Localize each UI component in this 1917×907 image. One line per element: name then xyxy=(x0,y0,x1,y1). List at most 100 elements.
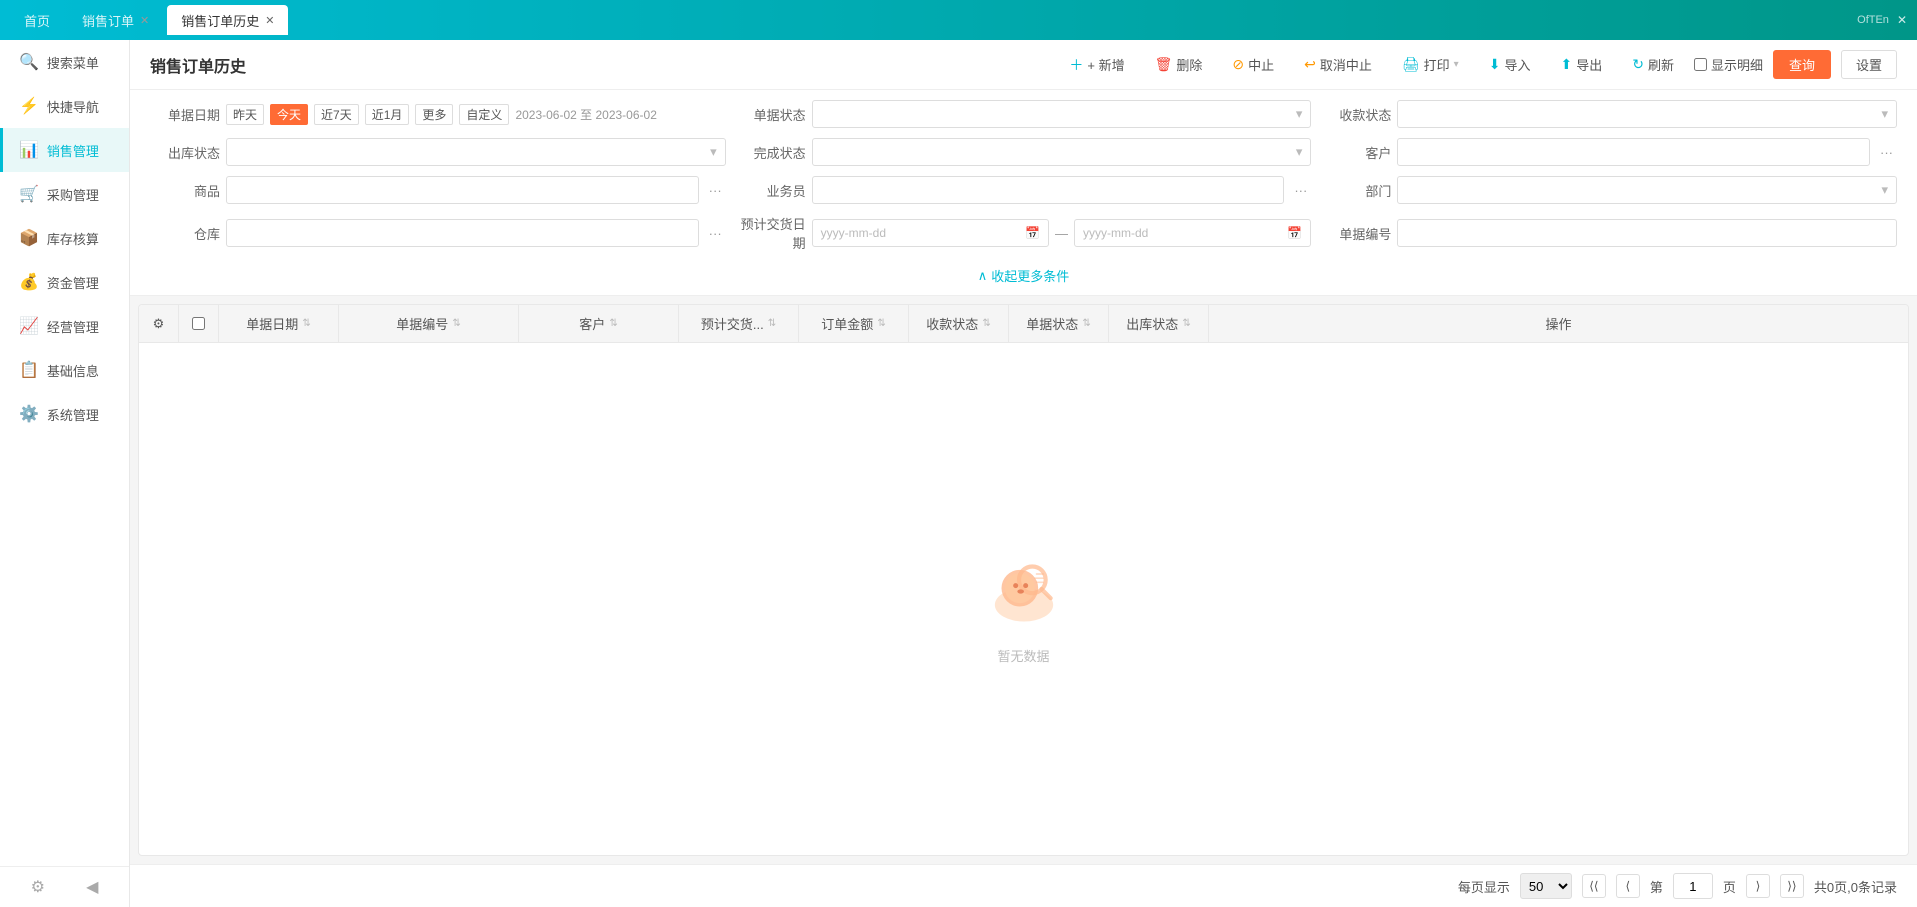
date-btn-more[interactable]: 更多 xyxy=(415,104,453,125)
calendar-start-icon: 📅 xyxy=(1025,226,1040,240)
th-date-sort-icon: ⇅ xyxy=(302,318,310,329)
department-select[interactable]: ▾ xyxy=(1397,176,1897,204)
sidebar-item-sales-mgmt[interactable]: 📊 销售管理 xyxy=(0,128,129,172)
basic-info-icon: 📋 xyxy=(19,360,39,380)
tab-sales-order-history-label: 销售订单历史 xyxy=(181,11,259,30)
customer-input[interactable] xyxy=(1397,138,1870,166)
stop-label: 中止 xyxy=(1248,55,1274,74)
out-status-dropdown-icon: ▾ xyxy=(710,144,717,160)
warehouse-dots[interactable]: ··· xyxy=(705,226,726,241)
th-date-label: 单据日期 xyxy=(246,314,298,333)
tab-sales-order[interactable]: 销售订单 ✕ xyxy=(68,5,163,35)
tab-sales-order-history-close[interactable]: ✕ xyxy=(265,14,274,27)
delivery-date-start-text: yyyy-mm-dd xyxy=(821,226,886,240)
th-date[interactable]: 单据日期 ⇅ xyxy=(219,305,339,342)
delivery-date-label: 预计交货日期 xyxy=(736,214,806,252)
filter-complete-status-section: 完成状态 ▾ xyxy=(736,138,1312,166)
sidebar-item-basic-info[interactable]: 📋 基础信息 xyxy=(0,348,129,392)
th-delivery[interactable]: 预计交货... ⇅ xyxy=(679,305,799,342)
next-page-button[interactable]: ⟩ xyxy=(1746,874,1770,898)
goods-input[interactable] xyxy=(226,176,699,204)
sidebar-item-finance[interactable]: 💰 资金管理 xyxy=(0,260,129,304)
salesperson-dots[interactable]: ··· xyxy=(1290,183,1311,198)
collapse-label: 收起更多条件 xyxy=(991,266,1069,285)
sidebar-item-operation[interactable]: 📈 经营管理 xyxy=(0,304,129,348)
sidebar-item-quick-nav[interactable]: ⚡ 快捷导航 xyxy=(0,84,129,128)
delete-button[interactable]: 🗑 删除 xyxy=(1145,51,1213,78)
print-button[interactable]: 🖨 打印 ▾ xyxy=(1392,51,1469,78)
delivery-date-end[interactable]: yyyy-mm-dd 📅 xyxy=(1074,219,1311,247)
warehouse-input[interactable] xyxy=(226,219,699,247)
th-check[interactable] xyxy=(179,305,219,342)
th-amount[interactable]: 订单金额 ⇅ xyxy=(799,305,909,342)
date-btn-1month[interactable]: 近1月 xyxy=(365,104,410,125)
date-btn-7days[interactable]: 近7天 xyxy=(314,104,359,125)
goods-dots[interactable]: ··· xyxy=(705,183,726,198)
page-suffix: 页 xyxy=(1723,877,1736,896)
th-order-no[interactable]: 单据编号 ⇅ xyxy=(339,305,519,342)
main-layout: 🔍 搜索菜单 ⚡ 快捷导航 📊 销售管理 🛒 采购管理 📦 库存核算 💰 资金管… xyxy=(0,40,1917,907)
topbar-close-icon[interactable]: ✕ xyxy=(1897,13,1907,27)
page-label: 第 xyxy=(1650,877,1663,896)
goods-label: 商品 xyxy=(150,181,220,200)
th-customer-sort-icon: ⇅ xyxy=(609,318,617,329)
out-status-select[interactable]: ▾ xyxy=(226,138,726,166)
date-range-text: 2023-06-02 至 2023-06-02 xyxy=(515,106,656,123)
cancel-stop-button[interactable]: ↩ 取消中止 xyxy=(1294,51,1382,78)
refresh-icon: ↻ xyxy=(1632,56,1644,73)
sales-mgmt-icon: 📊 xyxy=(19,140,39,160)
complete-status-select[interactable]: ▾ xyxy=(812,138,1312,166)
export-button[interactable]: ⬆ 导出 xyxy=(1550,51,1612,78)
refresh-button[interactable]: ↻ 刷新 xyxy=(1622,51,1684,78)
filter-salesperson-section: 业务员 ··· xyxy=(736,176,1312,204)
tab-home[interactable]: 首页 xyxy=(10,5,64,35)
prev-page-button[interactable]: ⟨ xyxy=(1616,874,1640,898)
first-page-button[interactable]: ⟨⟨ xyxy=(1582,874,1606,898)
sidebar-item-search-menu[interactable]: 🔍 搜索菜单 xyxy=(0,40,129,84)
show-detail-checkbox-label[interactable]: 显示明细 xyxy=(1694,55,1763,74)
salesperson-input[interactable] xyxy=(812,176,1285,204)
search-menu-icon: 🔍 xyxy=(19,52,39,72)
filter-delivery-date-section: 预计交货日期 yyyy-mm-dd 📅 — yyyy-mm-dd 📅 xyxy=(736,214,1312,252)
th-bill-status[interactable]: 单据状态 ⇅ xyxy=(1009,305,1109,342)
th-customer-label: 客户 xyxy=(579,314,605,333)
collapse-more[interactable]: ∧ 收起更多条件 xyxy=(150,262,1897,285)
sidebar-item-finance-label: 资金管理 xyxy=(47,273,99,292)
content: 销售订单历史 ＋ + 新增 🗑 删除 ⊘ 中止 ↩ 取消中止 xyxy=(130,40,1917,907)
sidebar-item-purchase-mgmt[interactable]: 🛒 采购管理 xyxy=(0,172,129,216)
th-payment-status[interactable]: 收款状态 ⇅ xyxy=(909,305,1009,342)
sidebar-collapse-icon[interactable]: ◀ xyxy=(86,877,98,897)
stop-button[interactable]: ⊘ 中止 xyxy=(1222,51,1284,78)
inventory-icon: 📦 xyxy=(19,228,39,248)
bill-no-input[interactable] xyxy=(1397,219,1897,247)
per-page-select[interactable]: 10 20 50 100 xyxy=(1520,873,1572,899)
date-btn-custom[interactable]: 自定义 xyxy=(459,104,509,125)
date-btn-today[interactable]: 今天 xyxy=(270,104,308,125)
customer-dots[interactable]: ··· xyxy=(1876,145,1897,160)
sidebar-item-inventory[interactable]: 📦 库存核算 xyxy=(0,216,129,260)
settings-button[interactable]: 设置 xyxy=(1841,50,1897,79)
select-all-checkbox[interactable] xyxy=(192,317,205,330)
th-out-status[interactable]: 出库状态 ⇅ xyxy=(1109,305,1209,342)
show-detail-checkbox[interactable] xyxy=(1694,58,1707,71)
date-btn-yesterday[interactable]: 昨天 xyxy=(226,104,264,125)
delivery-date-start[interactable]: yyyy-mm-dd 📅 xyxy=(812,219,1049,247)
last-page-button[interactable]: ⟩⟩ xyxy=(1780,874,1804,898)
sidebar-item-search-menu-label: 搜索菜单 xyxy=(47,53,99,72)
query-button[interactable]: 查询 xyxy=(1773,50,1831,79)
sidebar-settings-icon[interactable]: ⚙ xyxy=(31,877,45,897)
tab-sales-order-history[interactable]: 销售订单历史 ✕ xyxy=(167,5,288,35)
bill-status-select[interactable]: ▾ xyxy=(812,100,1312,128)
import-button[interactable]: ⬇ 导入 xyxy=(1479,51,1541,78)
sidebar-item-sys-mgmt-label: 系统管理 xyxy=(47,405,99,424)
page-input[interactable] xyxy=(1673,873,1713,899)
sys-mgmt-icon: ⚙️ xyxy=(19,404,39,424)
payment-status-select[interactable]: ▾ xyxy=(1397,100,1897,128)
sidebar-item-sales-mgmt-label: 销售管理 xyxy=(47,141,99,160)
tab-sales-order-close[interactable]: ✕ xyxy=(140,14,149,27)
th-settings[interactable]: ⚙ xyxy=(139,305,179,342)
warehouse-label: 仓库 xyxy=(150,224,220,243)
sidebar-item-sys-mgmt[interactable]: ⚙️ 系统管理 xyxy=(0,392,129,436)
th-customer[interactable]: 客户 ⇅ xyxy=(519,305,679,342)
new-button[interactable]: ＋ + 新增 xyxy=(1059,51,1134,79)
